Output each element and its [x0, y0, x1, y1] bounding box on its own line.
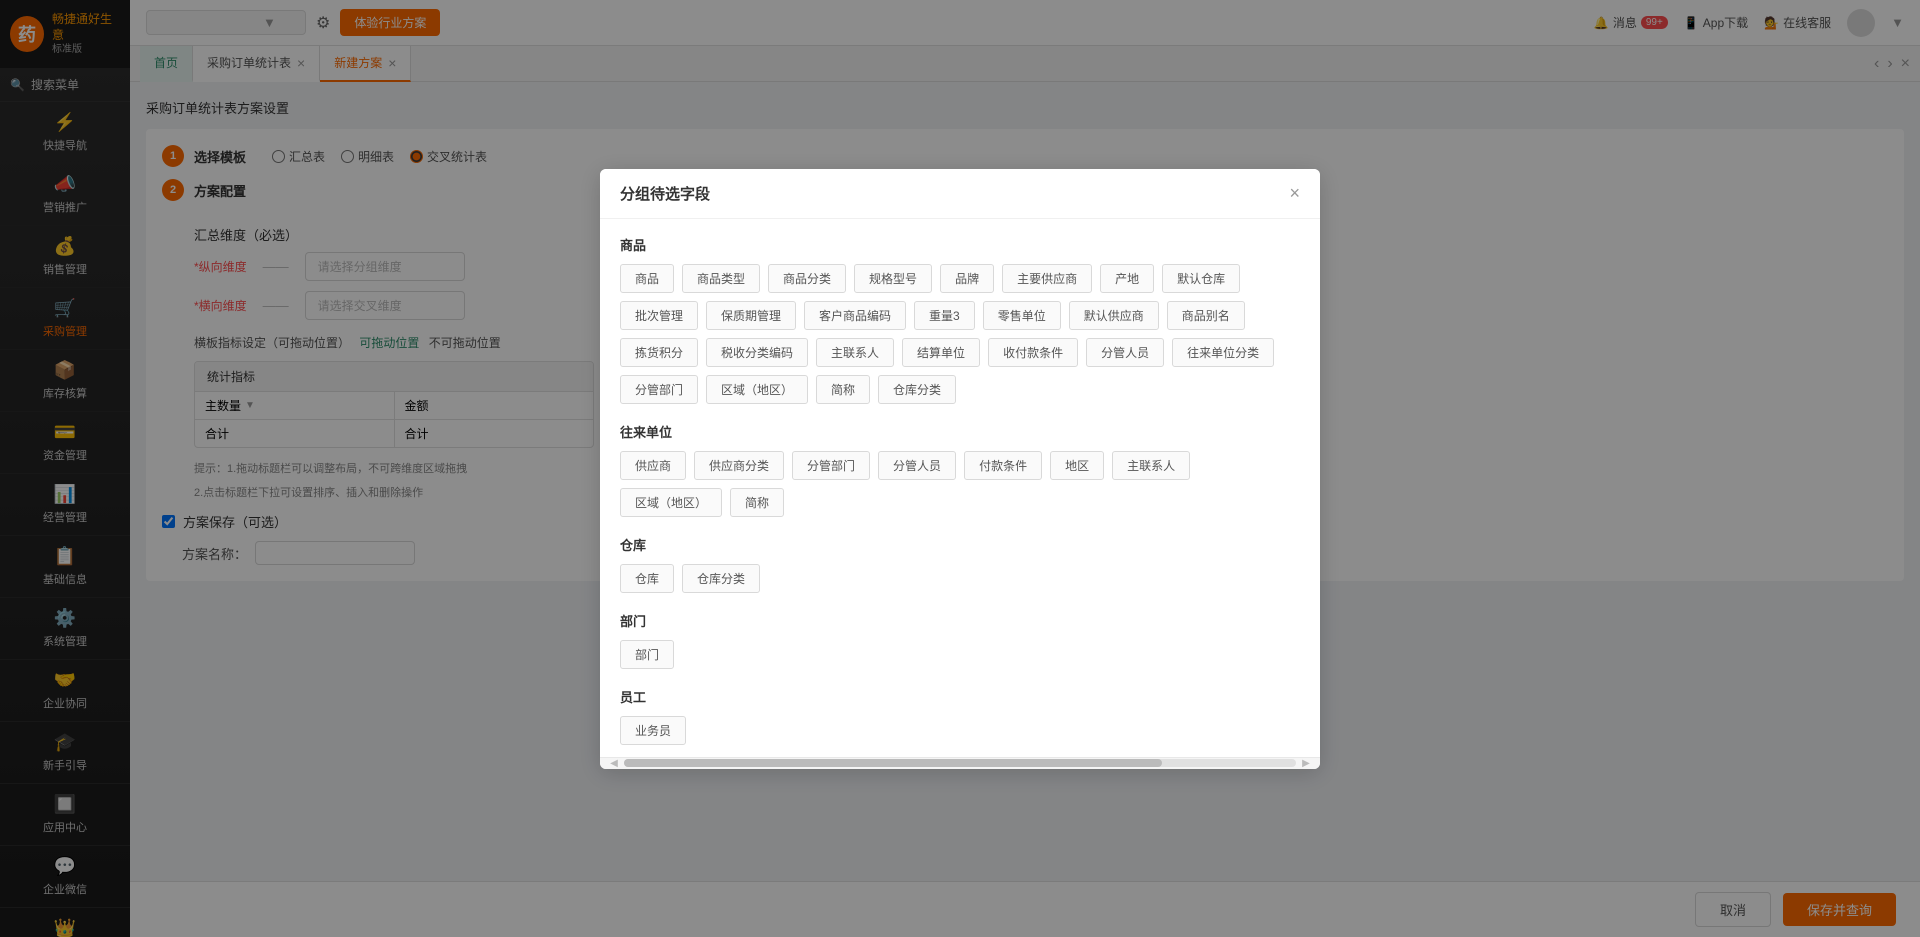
field-tag[interactable]: 业务员 — [620, 716, 686, 745]
field-tag[interactable]: 付款条件 — [964, 451, 1042, 480]
field-tag[interactable]: 拣货积分 — [620, 338, 698, 367]
field-tag[interactable]: 分管人员 — [1086, 338, 1164, 367]
field-tag[interactable]: 客户商品编码 — [804, 301, 906, 330]
section-title-warehouse: 仓库 — [620, 535, 1300, 554]
field-tag[interactable]: 仓库分类 — [682, 564, 760, 593]
section-title-department: 部门 — [620, 611, 1300, 630]
field-tag[interactable]: 主要供应商 — [1002, 264, 1092, 293]
scrollbar-thumb — [624, 759, 1162, 767]
field-tags-warehouse: 仓库仓库分类 — [620, 564, 1300, 593]
field-tag[interactable]: 地区 — [1050, 451, 1104, 480]
field-section-department: 部门部门 — [620, 611, 1300, 669]
section-title-partner: 往来单位 — [620, 422, 1300, 441]
field-tag[interactable]: 收付款条件 — [988, 338, 1078, 367]
modal-body[interactable]: 商品商品商品类型商品分类规格型号品牌主要供应商产地默认仓库批次管理保质期管理客户… — [600, 219, 1320, 757]
field-section-partner: 往来单位供应商供应商分类分管部门分管人员付款条件地区主联系人区域（地区） 简称 — [620, 422, 1300, 517]
field-tag[interactable]: 区域（地区） — [706, 375, 808, 404]
field-tag[interactable]: 结算单位 — [902, 338, 980, 367]
scroll-right-arrow[interactable]: ▶ — [1296, 758, 1316, 769]
field-tag[interactable]: 分管人员 — [878, 451, 956, 480]
field-tag[interactable]: 供应商 — [620, 451, 686, 480]
field-select-modal: 分组待选字段 × 商品商品商品类型商品分类规格型号品牌主要供应商产地默认仓库批次… — [600, 169, 1320, 769]
field-tag[interactable]: 税收分类编码 — [706, 338, 808, 367]
field-tag[interactable]: 默认供应商 — [1069, 301, 1159, 330]
modal-header: 分组待选字段 × — [600, 169, 1320, 219]
field-tag[interactable]: 简称 — [730, 488, 784, 517]
field-tag[interactable]: 默认仓库 — [1162, 264, 1240, 293]
field-tags-partner: 供应商供应商分类分管部门分管人员付款条件地区主联系人区域（地区） 简称 — [620, 451, 1300, 517]
field-section-warehouse: 仓库仓库仓库分类 — [620, 535, 1300, 593]
field-tag[interactable]: 重量3 — [914, 301, 975, 330]
field-tag[interactable]: 品牌 — [940, 264, 994, 293]
modal-title: 分组待选字段 — [620, 183, 710, 204]
field-tags-goods: 商品商品类型商品分类规格型号品牌主要供应商产地默认仓库批次管理保质期管理客户商品… — [620, 264, 1300, 404]
field-tag[interactable]: 分管部门 — [620, 375, 698, 404]
field-tag[interactable]: 零售单位 — [983, 301, 1061, 330]
field-tag[interactable]: 部门 — [620, 640, 674, 669]
section-title-goods: 商品 — [620, 235, 1300, 254]
field-tags-department: 部门 — [620, 640, 1300, 669]
field-tag[interactable]: 批次管理 — [620, 301, 698, 330]
field-tag[interactable]: 商品分类 — [768, 264, 846, 293]
field-tag[interactable]: 仓库分类 — [878, 375, 956, 404]
field-tag[interactable]: 商品 — [620, 264, 674, 293]
horizontal-scrollbar[interactable] — [624, 759, 1296, 767]
modal-close-button[interactable]: × — [1289, 183, 1300, 204]
field-tag[interactable]: 仓库 — [620, 564, 674, 593]
field-tag[interactable]: 产地 — [1100, 264, 1154, 293]
field-tag[interactable]: 保质期管理 — [706, 301, 796, 330]
section-title-employee: 员工 — [620, 687, 1300, 706]
field-tag[interactable]: 商品类型 — [682, 264, 760, 293]
field-tag[interactable]: 简称 — [816, 375, 870, 404]
scroll-left-arrow[interactable]: ◀ — [604, 758, 624, 769]
field-section-employee: 员工业务员 — [620, 687, 1300, 745]
field-tags-employee: 业务员 — [620, 716, 1300, 745]
field-tag[interactable]: 主联系人 — [1112, 451, 1190, 480]
modal-footer-scrollbar: ◀ ▶ — [600, 757, 1320, 769]
field-tag[interactable]: 规格型号 — [854, 264, 932, 293]
field-tag[interactable]: 供应商分类 — [694, 451, 784, 480]
field-tag[interactable]: 商品别名 — [1167, 301, 1245, 330]
field-tag[interactable]: 分管部门 — [792, 451, 870, 480]
field-tag[interactable]: 主联系人 — [816, 338, 894, 367]
field-tag[interactable]: 区域（地区） — [620, 488, 722, 517]
field-section-goods: 商品商品商品类型商品分类规格型号品牌主要供应商产地默认仓库批次管理保质期管理客户… — [620, 235, 1300, 404]
field-tag[interactable]: 往来单位分类 — [1172, 338, 1274, 367]
